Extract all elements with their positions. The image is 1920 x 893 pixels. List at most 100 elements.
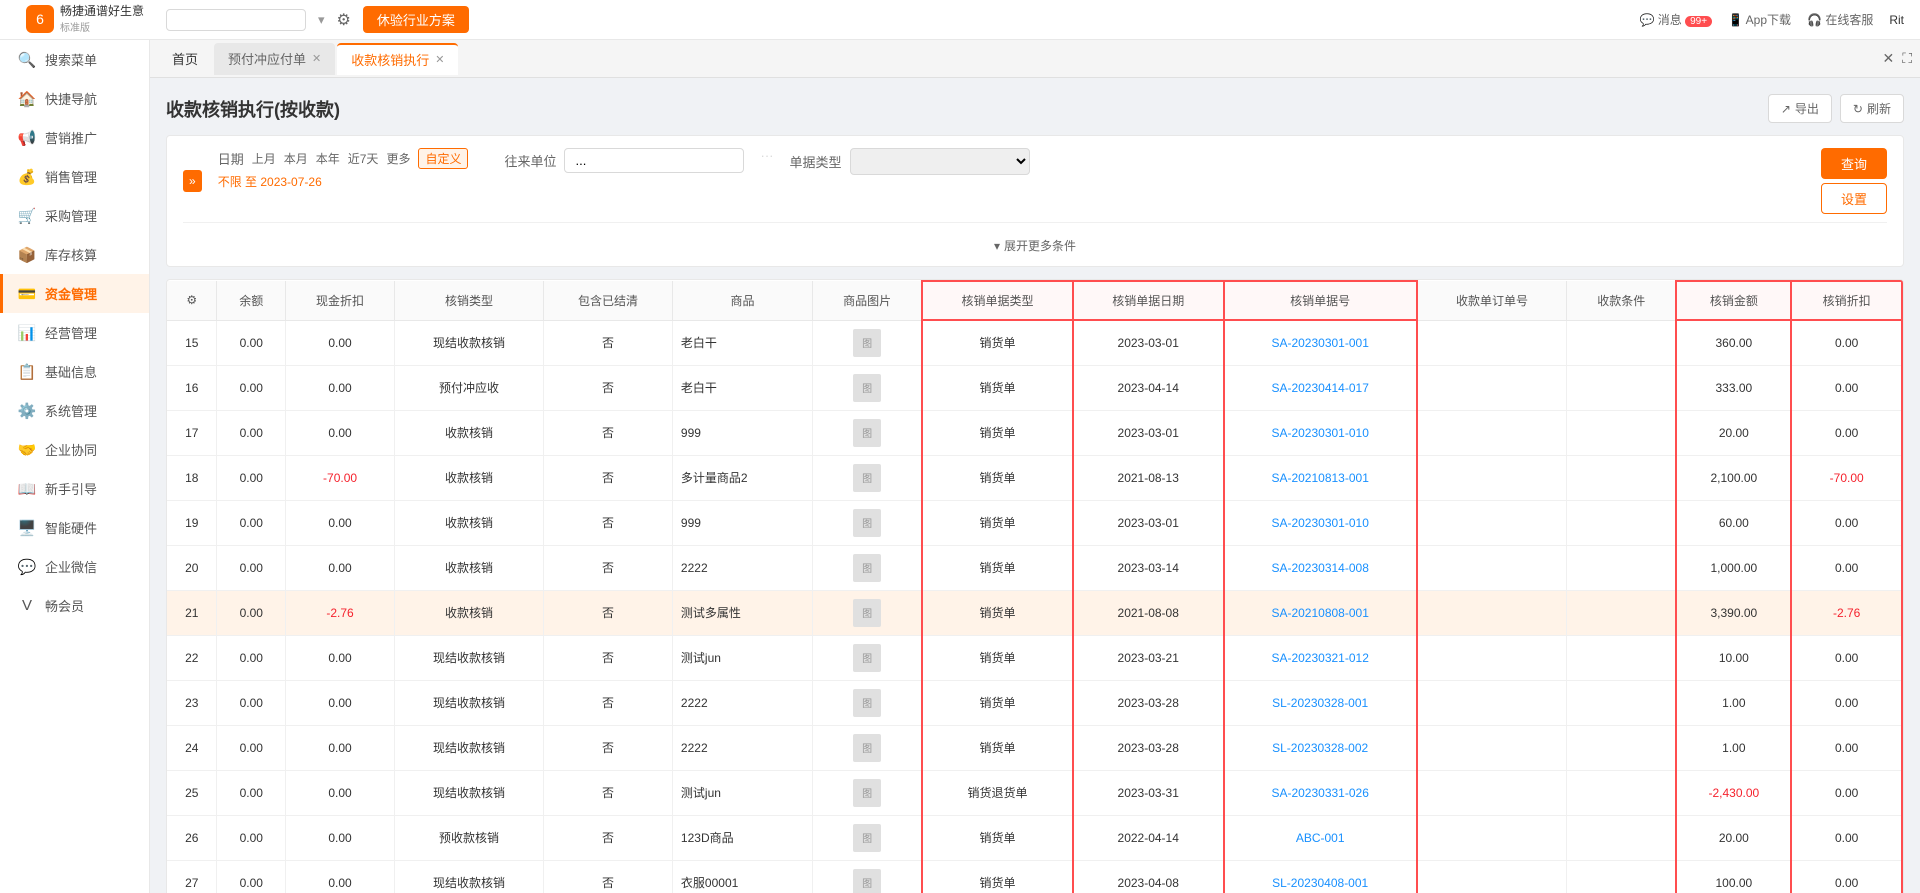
sidebar-item-guide[interactable]: 📖 新手引导 <box>0 469 149 508</box>
col-gear[interactable]: ⚙ <box>167 281 217 320</box>
tab-expand-button[interactable]: ⛶ <box>1902 50 1912 67</box>
sidebar-item-purchase[interactable]: 🛒 采购管理 <box>0 196 149 235</box>
cell-cash-discount: 0.00 <box>286 410 395 455</box>
monitor-icon: 🖥️ <box>17 519 37 537</box>
export-button[interactable]: ↗ 导出 <box>1768 94 1832 123</box>
cell-goods: 多计量商品2 <box>672 455 812 500</box>
expand-conditions-btn[interactable]: ▾ 展开更多条件 <box>994 237 1076 254</box>
cell-doc-no[interactable]: ABC-001 <box>1224 815 1417 860</box>
cell-doc-no[interactable]: SL-20230328-002 <box>1224 725 1417 770</box>
cell-doc-type: 销货单 <box>922 410 1073 455</box>
online-support[interactable]: 🎧 在线客服 <box>1807 11 1873 28</box>
cell-seq: 23 <box>167 680 217 725</box>
cell-doc-date: 2023-03-31 <box>1073 770 1224 815</box>
home-icon: 🏠 <box>17 90 37 108</box>
cell-doc-date: 2023-04-08 <box>1073 860 1224 893</box>
cell-balance: 0.00 <box>217 455 286 500</box>
cell-doc-type: 销货单 <box>922 365 1073 410</box>
cell-cancel-discount: 0.00 <box>1791 500 1902 545</box>
doc-type-select[interactable] <box>850 148 1030 175</box>
cell-goods: 测试jun <box>672 635 812 680</box>
tab-home[interactable]: 首页 <box>158 43 212 75</box>
cell-doc-no[interactable]: SA-20230321-012 <box>1224 635 1417 680</box>
cell-receipt-condition <box>1567 590 1677 635</box>
sidebar-item-system[interactable]: ⚙️ 系统管理 <box>0 391 149 430</box>
date-filter: 日期 上月 本月 本年 近7天 更多 自定义 不限 至 2023-07-26 <box>218 148 469 190</box>
query-button[interactable]: 查询 <box>1821 148 1887 179</box>
cell-cancel-discount: 0.00 <box>1791 545 1902 590</box>
search-top-input[interactable] <box>166 9 306 31</box>
sidebar-item-hardware[interactable]: 🖥️ 智能硬件 <box>0 508 149 547</box>
cell-seq: 17 <box>167 410 217 455</box>
cell-cancel-type: 现结收款核销 <box>394 680 543 725</box>
cell-receipt-order-no <box>1417 455 1567 500</box>
sidebar-item-quick-nav[interactable]: 🏠 快捷导航 <box>0 79 149 118</box>
sidebar-item-marketing[interactable]: 📢 营销推广 <box>0 118 149 157</box>
cell-balance: 0.00 <box>217 500 286 545</box>
cell-doc-no[interactable]: SA-20230301-010 <box>1224 410 1417 455</box>
gear-icon[interactable]: ⚙ <box>337 10 351 30</box>
messages-area[interactable]: 💬 消息 99+ <box>1639 11 1712 28</box>
this-month-link[interactable]: 本月 <box>284 150 308 167</box>
cell-cancel-discount: -2.76 <box>1791 590 1902 635</box>
top-bar: 6 畅捷通谱好生意 标准版 ▾ ⚙ 休验行业方案 💬 消息 99+ 📱 App下… <box>0 0 1920 40</box>
cell-doc-date: 2021-08-13 <box>1073 455 1224 500</box>
filter-collapse-btn[interactable]: » <box>183 170 202 192</box>
cell-doc-no[interactable]: SA-20230301-001 <box>1224 320 1417 365</box>
cell-doc-type: 销货退货单 <box>922 770 1073 815</box>
vip-icon: V <box>17 597 37 614</box>
cell-receipt-order-no <box>1417 320 1567 365</box>
tab-close-receipt[interactable]: ✕ <box>435 53 444 66</box>
cell-include-settled: 否 <box>544 680 673 725</box>
sidebar-item-inventory[interactable]: 📦 库存核算 <box>0 235 149 274</box>
sidebar-item-basic[interactable]: 📋 基础信息 <box>0 352 149 391</box>
tab-prepay[interactable]: 预付冲应付单 ✕ <box>214 43 335 75</box>
tab-receipt[interactable]: 收款核销执行 ✕ <box>337 43 458 75</box>
col-cancel-discount: 核销折扣 <box>1791 281 1902 320</box>
cell-include-settled: 否 <box>544 770 673 815</box>
cell-receipt-condition <box>1567 635 1677 680</box>
sidebar-item-wechat[interactable]: 💬 企业微信 <box>0 547 149 586</box>
sidebar-item-operation[interactable]: 📊 经营管理 <box>0 313 149 352</box>
more-link[interactable]: 更多 <box>386 150 410 167</box>
tab-close-all-button[interactable]: ✕ <box>1882 50 1894 67</box>
cell-include-settled: 否 <box>544 590 673 635</box>
cell-cancel-discount: 0.00 <box>1791 815 1902 860</box>
sidebar-item-finance[interactable]: 💳 资金管理 <box>0 274 149 313</box>
table-row: 19 0.00 0.00 收款核销 否 999 图 销货单 2023-03-01… <box>167 500 1902 545</box>
cell-doc-date: 2023-03-14 <box>1073 545 1224 590</box>
custom-link[interactable]: 自定义 <box>418 148 468 169</box>
cell-doc-no[interactable]: SA-20210808-001 <box>1224 590 1417 635</box>
refresh-button[interactable]: ↻ 刷新 <box>1840 94 1904 123</box>
sidebar-item-search[interactable]: 🔍 搜索菜单 <box>0 40 149 79</box>
settings-button[interactable]: 设置 <box>1821 183 1887 214</box>
this-year-link[interactable]: 本年 <box>316 150 340 167</box>
cell-receipt-order-no <box>1417 545 1567 590</box>
cell-cancel-amount: 2,100.00 <box>1676 455 1791 500</box>
cell-doc-no[interactable]: SA-20230314-008 <box>1224 545 1417 590</box>
cell-goods-image: 图 <box>813 590 923 635</box>
cell-receipt-condition <box>1567 320 1677 365</box>
supplier-input[interactable] <box>564 148 744 173</box>
app-download[interactable]: 📱 App下载 <box>1728 11 1791 28</box>
sidebar-item-sales[interactable]: 💰 销售管理 <box>0 157 149 196</box>
cell-include-settled: 否 <box>544 500 673 545</box>
user-name[interactable]: Rit <box>1889 13 1904 27</box>
dropdown-icon[interactable]: ▾ <box>318 12 325 28</box>
solution-button[interactable]: 休验行业方案 <box>363 6 469 33</box>
cell-doc-no[interactable]: SA-20230301-010 <box>1224 500 1417 545</box>
cell-doc-no[interactable]: SA-20210813-001 <box>1224 455 1417 500</box>
tab-close-prepay[interactable]: ✕ <box>312 52 321 65</box>
sidebar-item-vip[interactable]: V 畅会员 <box>0 586 149 625</box>
cell-doc-no[interactable]: SA-20230414-017 <box>1224 365 1417 410</box>
sidebar-item-collab[interactable]: 🤝 企业协同 <box>0 430 149 469</box>
cell-cancel-type: 预付冲应收 <box>394 365 543 410</box>
cell-doc-no[interactable]: SA-20230331-026 <box>1224 770 1417 815</box>
last-month-link[interactable]: 上月 <box>252 150 276 167</box>
tab-bar-actions: ✕ ⛶ <box>1882 50 1912 67</box>
cell-doc-no[interactable]: SL-20230408-001 <box>1224 860 1417 893</box>
cell-cancel-type: 现结收款核销 <box>394 725 543 770</box>
cell-include-settled: 否 <box>544 455 673 500</box>
cell-doc-no[interactable]: SL-20230328-001 <box>1224 680 1417 725</box>
last7-link[interactable]: 近7天 <box>348 150 379 167</box>
